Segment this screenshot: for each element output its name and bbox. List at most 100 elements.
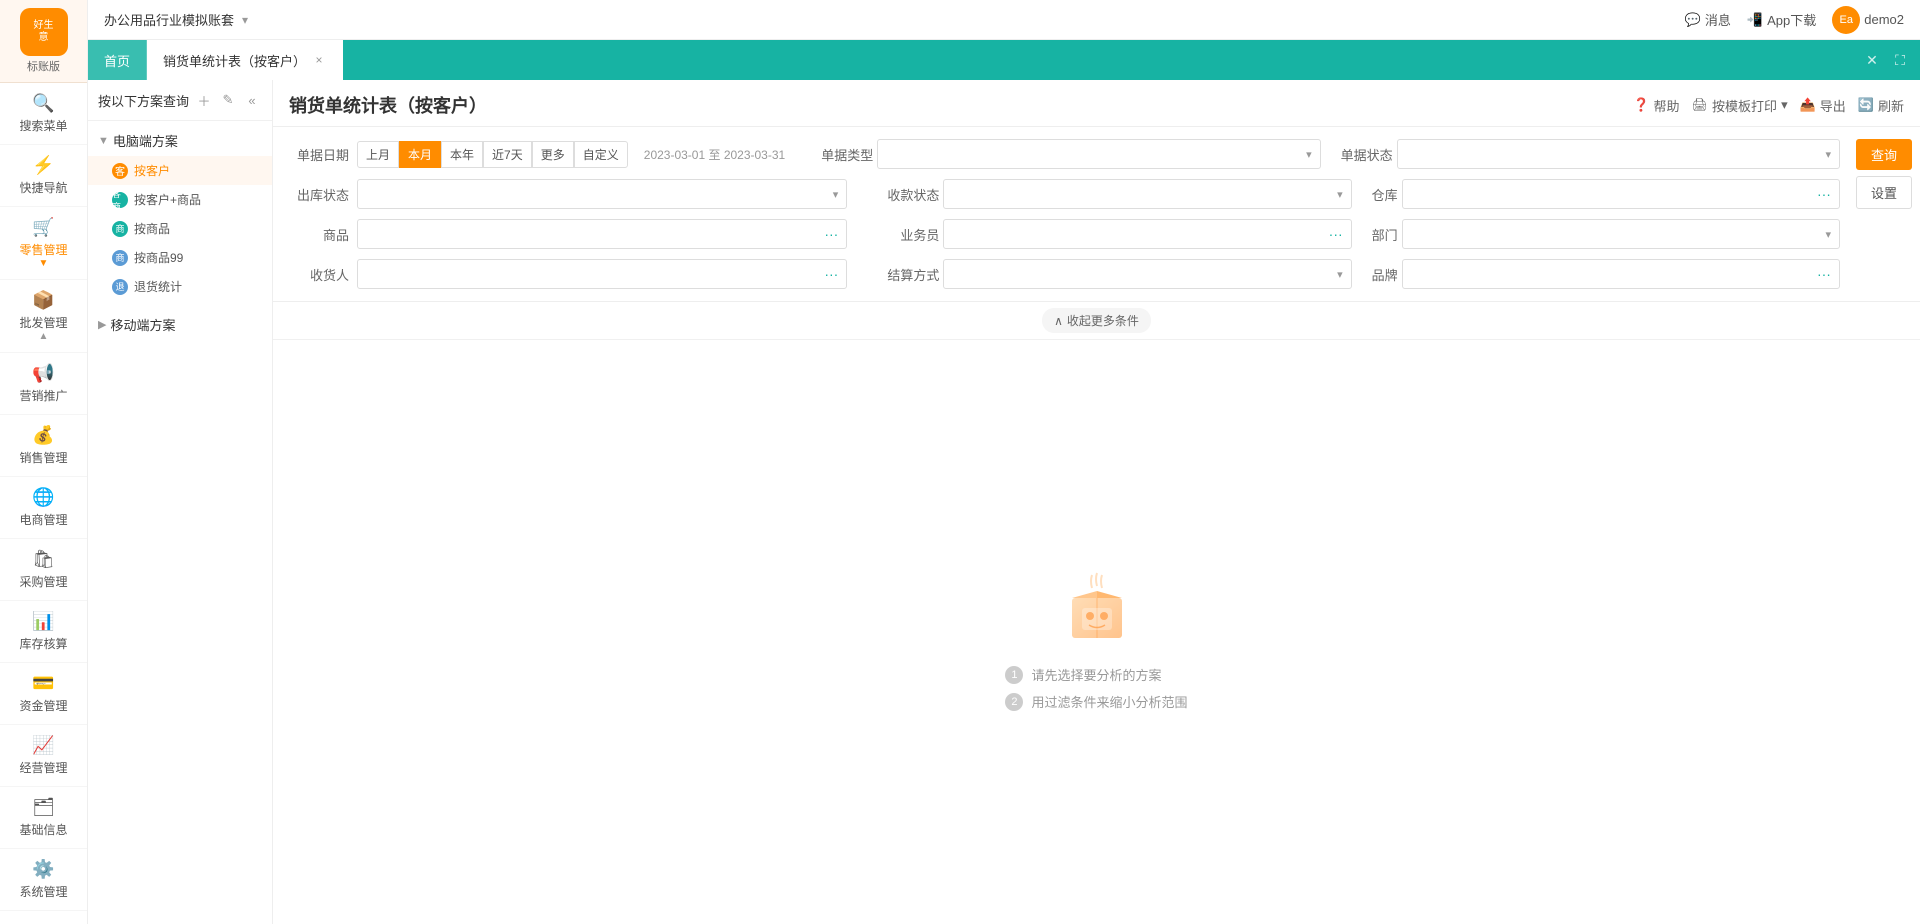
sidebar-item-enterprise[interactable]: 🤝 企业协同	[0, 911, 87, 924]
sidebar-item-marketing[interactable]: 📢 营销推广	[0, 353, 87, 415]
date-btn-last-month[interactable]: 上月	[357, 141, 399, 168]
quicknav-icon: ⚡	[32, 155, 54, 176]
sidebar-item-quicknav-label: 快捷导航	[19, 179, 67, 196]
sidebar-item-search-label: 搜索菜单	[19, 117, 67, 134]
salesperson-label: 业务员	[879, 225, 939, 244]
scheme-customer-icon: 客	[112, 163, 128, 179]
group-desktop-label: 电脑端方案	[113, 131, 262, 150]
left-panel-title: 按以下方案查询	[98, 91, 189, 110]
hint-text-1: 请先选择要分析的方案	[1031, 665, 1161, 684]
tab-expand-btn[interactable]: ⛶	[1888, 48, 1912, 72]
inventory-icon: 📊	[32, 611, 54, 632]
out-status-select[interactable]: ▾	[357, 179, 847, 209]
scheme-item-return[interactable]: 退 退货统计	[88, 272, 272, 301]
refresh-btn[interactable]: 🔄 刷新	[1858, 96, 1904, 115]
sidebar-item-basic[interactable]: 🗂 基础信息	[0, 787, 87, 849]
left-panel: 按以下方案查询 ＋ ✎ « ▼ 电脑端方案 客 按客户 客商 按客	[88, 80, 273, 924]
date-range-text: 2023-03-01 至 2023-03-31	[644, 146, 785, 163]
main-area: 办公用品行业模拟账套 ▾ 💬 消息 📲 App下载 Ea demo2 首页	[88, 0, 1920, 924]
goods-select[interactable]: ···	[357, 219, 847, 249]
collapse-panel-btn[interactable]: «	[242, 90, 262, 110]
goods-label: 商品	[289, 225, 349, 244]
order-type-select[interactable]: ▾	[877, 139, 1320, 169]
goods-dots[interactable]: ···	[824, 226, 838, 242]
tab-sales-stat-label: 销货单统计表（按客户）	[163, 51, 306, 70]
sidebar-item-quicknav[interactable]: ⚡ 快捷导航	[0, 145, 87, 207]
scheme-item-goods99[interactable]: 商 按商品99	[88, 243, 272, 272]
tab-sales-stat[interactable]: 销货单统计表（按客户） ×	[147, 40, 343, 80]
sidebar-item-finance-label: 资金管理	[19, 697, 67, 714]
sidebar-item-system[interactable]: ⚙️ 系统管理	[0, 849, 87, 911]
warehouse-label: 仓库	[1368, 185, 1398, 204]
system-icon: ⚙️	[32, 859, 54, 880]
settings-button[interactable]: 设置	[1856, 176, 1912, 209]
sidebar-item-ecommerce[interactable]: 🌐 电商管理	[0, 477, 87, 539]
warehouse-dots[interactable]: ···	[1817, 186, 1831, 202]
salesperson-select[interactable]: ···	[943, 219, 1351, 249]
tab-home[interactable]: 首页	[88, 40, 147, 80]
sidebar-item-retail[interactable]: 🛒 零售管理 ▼	[0, 207, 87, 280]
date-btn-more[interactable]: 更多	[532, 141, 574, 168]
date-btn-last7[interactable]: 近7天	[483, 141, 532, 168]
salesperson-dots[interactable]: ···	[1329, 226, 1343, 242]
message-label: 消息	[1705, 10, 1731, 29]
payment-status-select[interactable]: ▾	[943, 179, 1351, 209]
page-title: 销货单统计表（按客户）	[289, 92, 487, 118]
industry-dropdown-arrow[interactable]: ▾	[242, 13, 248, 27]
group-expand-arrow: ▼	[98, 135, 109, 147]
scheme-item-customer-goods[interactable]: 客商 按客户+商品	[88, 185, 272, 214]
logo-image: 好生意	[20, 8, 68, 56]
order-status-chevron: ▾	[1825, 148, 1831, 161]
sidebar-item-system-label: 系统管理	[19, 883, 67, 900]
sidebar-logo: 好生意 标账版	[0, 0, 87, 83]
date-quick-group: 上月 本月 本年 近7天 更多 自定义	[357, 141, 628, 168]
sidebar-item-operations[interactable]: 📈 经营管理	[0, 725, 87, 787]
sidebar-item-marketing-label: 营销推广	[19, 387, 67, 404]
sidebar-item-purchase[interactable]: 🛍 采购管理	[0, 539, 87, 601]
app-download-btn[interactable]: 📲 App下载	[1747, 10, 1816, 29]
scheme-group-desktop-header[interactable]: ▼ 电脑端方案	[88, 125, 272, 156]
tab-close-btn[interactable]: ×	[312, 53, 326, 67]
warehouse-select[interactable]: ···	[1402, 179, 1840, 209]
scheme-group-mobile-header[interactable]: ▶ 移动端方案	[88, 309, 272, 340]
query-button[interactable]: 查询	[1856, 139, 1912, 170]
operations-icon: 📈	[32, 735, 54, 756]
scheme-return-icon: 退	[112, 279, 128, 295]
template-print-btn[interactable]: 🖨 按模板打印 ▾	[1692, 96, 1788, 115]
add-scheme-btn[interactable]: ＋	[194, 90, 214, 110]
scheme-item-customer-goods-label: 按客户+商品	[134, 191, 201, 208]
query-actions: 查询 设置	[1856, 127, 1920, 301]
department-select[interactable]: ▾	[1402, 219, 1840, 249]
brand-select[interactable]: ···	[1402, 259, 1840, 289]
help-btn[interactable]: ❓ 帮助	[1633, 96, 1679, 115]
sales-icon: 💰	[32, 425, 54, 446]
brand-dots[interactable]: ···	[1817, 266, 1831, 282]
filter-row-4: 收货人 ··· 结算方式 ▾	[289, 259, 1840, 289]
sidebar-item-search[interactable]: 🔍 搜索菜单	[0, 83, 87, 145]
sidebar-item-finance[interactable]: 💳 资金管理	[0, 663, 87, 725]
settlement-select[interactable]: ▾	[943, 259, 1351, 289]
date-btn-custom[interactable]: 自定义	[574, 141, 628, 168]
sidebar-item-wholesale[interactable]: 📦 批发管理 ▲	[0, 280, 87, 353]
collapse-more-btn[interactable]: ∧ 收起更多条件	[1042, 308, 1151, 333]
edit-scheme-btn[interactable]: ✎	[218, 90, 238, 110]
user-info[interactable]: Ea demo2	[1832, 6, 1904, 34]
order-status-select[interactable]: ▾	[1397, 139, 1840, 169]
date-btn-this-month[interactable]: 本月	[399, 141, 441, 168]
tab-close-all-btn[interactable]: ✕	[1860, 48, 1884, 72]
receiver-select[interactable]: ···	[357, 259, 847, 289]
sidebar-item-sales[interactable]: 💰 销售管理	[0, 415, 87, 477]
message-btn[interactable]: 💬 消息	[1685, 10, 1731, 29]
date-btn-this-year[interactable]: 本年	[441, 141, 483, 168]
chevron-down-icon: ▼	[39, 258, 49, 269]
mobile-group-arrow: ▶	[98, 318, 106, 331]
user-name: demo2	[1864, 12, 1904, 27]
receiver-dots[interactable]: ···	[824, 266, 838, 282]
print-icon: 🖨	[1692, 97, 1709, 113]
purchase-icon: 🛍	[32, 549, 55, 570]
scheme-item-goods[interactable]: 商 按商品	[88, 214, 272, 243]
scheme-item-customer[interactable]: 客 按客户	[88, 156, 272, 185]
sidebar-item-inventory[interactable]: 📊 库存核算	[0, 601, 87, 663]
settlement-label: 结算方式	[879, 265, 939, 284]
export-btn[interactable]: 📤 导出	[1800, 96, 1846, 115]
